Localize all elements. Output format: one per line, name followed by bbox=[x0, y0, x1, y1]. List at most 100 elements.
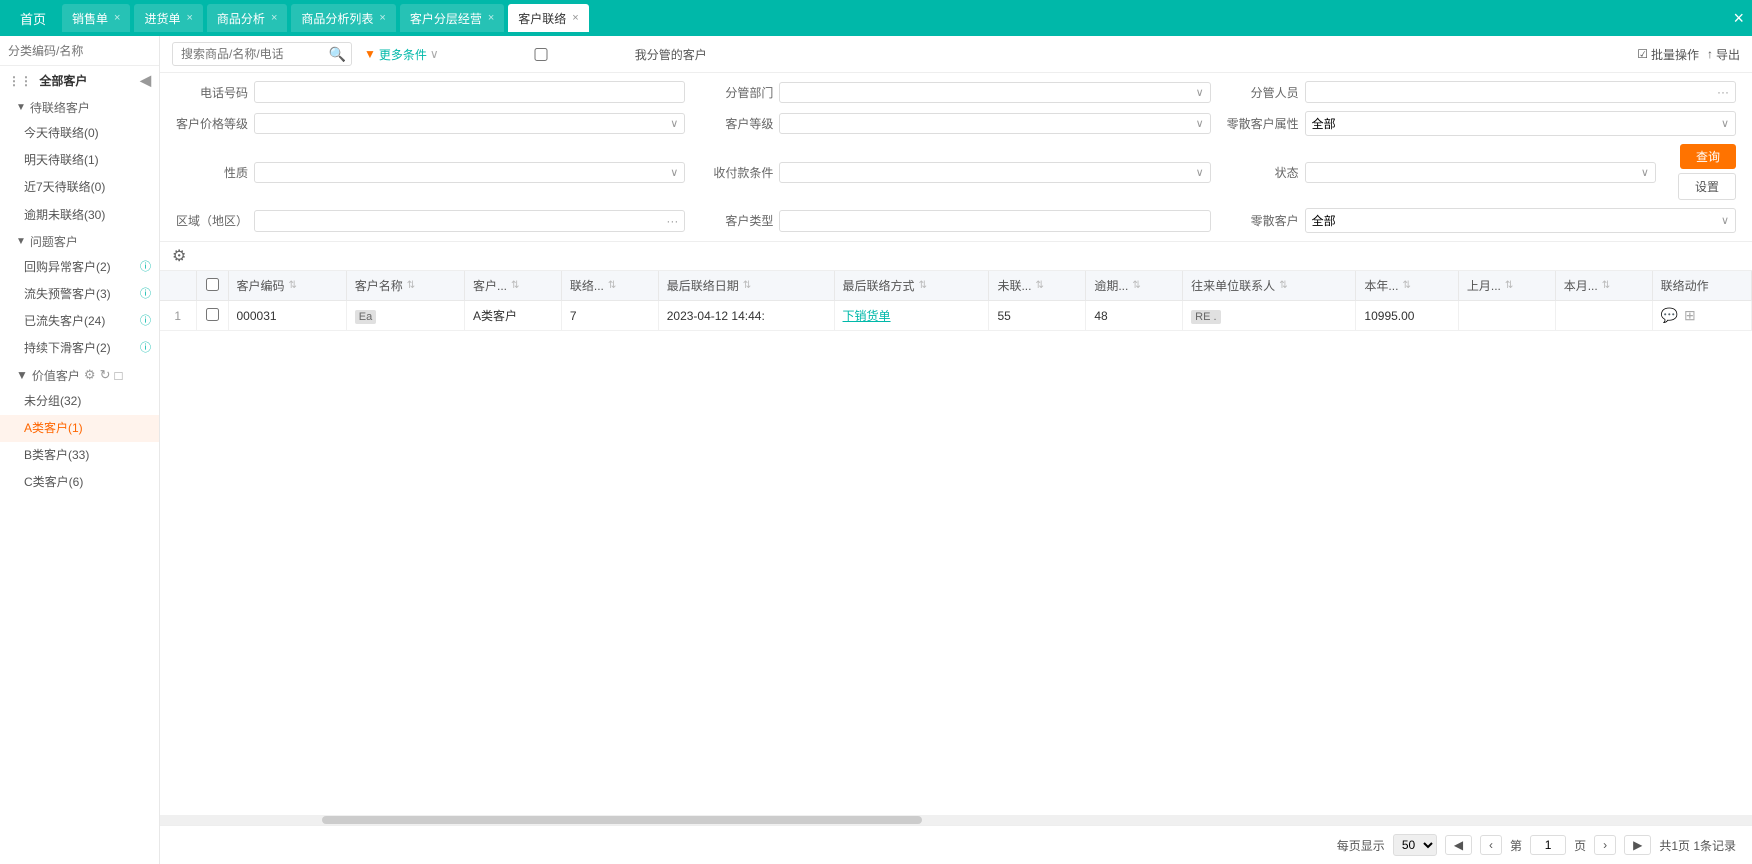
filter-select-dept[interactable]: ∨ bbox=[779, 82, 1210, 103]
collapse-icon[interactable]: ◀ bbox=[140, 72, 151, 89]
nav-tab-close-0[interactable]: × bbox=[114, 12, 120, 24]
message-icon[interactable]: 💬 bbox=[1661, 307, 1678, 324]
sidebar-item-declining[interactable]: 持续下滑客户(2) ⓘ bbox=[0, 335, 159, 362]
person-dots-icon[interactable]: ··· bbox=[1717, 85, 1729, 99]
sidebar-item-a-class[interactable]: A类客户(1) bbox=[0, 415, 159, 442]
nav-tab-5[interactable]: 客户联络 × bbox=[508, 4, 588, 32]
more-conditions-btn[interactable]: ▼ 更多条件 ∨ bbox=[364, 46, 439, 63]
th-action: 联络动作 bbox=[1652, 271, 1751, 301]
filter-select-price-level[interactable]: ∨ bbox=[254, 113, 685, 134]
th-this-month-amount[interactable]: 本月... ⇅ bbox=[1555, 271, 1652, 301]
customer-type-input[interactable] bbox=[786, 214, 1203, 228]
th-last-month-amount[interactable]: 上月... ⇅ bbox=[1458, 271, 1555, 301]
sort-icon-overdue[interactable]: ⇅ bbox=[1132, 280, 1140, 291]
phone-input[interactable] bbox=[261, 85, 678, 99]
sidebar-item-repurchase-abnormal[interactable]: 回购异常客户(2) ⓘ bbox=[0, 254, 159, 281]
sort-icon-date[interactable]: ⇅ bbox=[743, 280, 751, 291]
sort-icon-unit[interactable]: ⇅ bbox=[1279, 280, 1287, 291]
sort-icon-not-contact[interactable]: ⇅ bbox=[1035, 280, 1043, 291]
sort-icon-code[interactable]: ⇅ bbox=[289, 280, 297, 291]
main-search-icon[interactable]: 🔍 bbox=[329, 46, 346, 63]
region-dots-icon[interactable]: ··· bbox=[666, 214, 678, 228]
qr-icon[interactable]: ⊞ bbox=[1684, 307, 1696, 324]
sort-icon-last-month[interactable]: ⇅ bbox=[1505, 280, 1513, 291]
nav-home[interactable]: 首页 bbox=[8, 9, 58, 28]
th-code[interactable]: 客户编码 ⇅ bbox=[228, 271, 346, 301]
th-year-amount[interactable]: 本年... ⇅ bbox=[1356, 271, 1458, 301]
th-last-contact-date[interactable]: 最后联络日期 ⇅ bbox=[658, 271, 834, 301]
nav-tab-close-2[interactable]: × bbox=[271, 12, 277, 24]
sort-icon-method[interactable]: ⇅ bbox=[919, 280, 927, 291]
group-value-customers[interactable]: ▼ 价值客户 ⚙ ↻ □ bbox=[0, 363, 159, 388]
add-group-icon[interactable]: □ bbox=[114, 368, 122, 383]
sidebar-item-tomorrow[interactable]: 明天待联络(1) bbox=[0, 147, 159, 174]
filter-select-nature[interactable]: ∨ bbox=[254, 162, 685, 183]
prev-page-btn[interactable]: ‹ bbox=[1480, 835, 1502, 855]
query-button[interactable]: 查询 bbox=[1680, 144, 1736, 169]
sidebar-item-overdue-contact[interactable]: 逾期未联络(30) bbox=[0, 202, 159, 229]
th-contact-count[interactable]: 联络... ⇅ bbox=[561, 271, 658, 301]
sidebar-item-churned[interactable]: 已流失客户(24) ⓘ bbox=[0, 308, 159, 335]
filter-input-person[interactable]: ··· bbox=[1305, 81, 1736, 103]
window-close-icon[interactable]: × bbox=[1733, 8, 1744, 29]
nav-tab-4[interactable]: 客户分层经营 × bbox=[400, 4, 504, 32]
th-not-contact-days[interactable]: 未联... ⇅ bbox=[989, 271, 1086, 301]
batch-op-btn[interactable]: ☑ 批量操作 bbox=[1637, 46, 1699, 63]
group-pending-contact[interactable]: ▼ 待联络客户 bbox=[0, 95, 159, 120]
refresh-icon[interactable]: ↻ bbox=[100, 367, 111, 383]
page-number-input[interactable] bbox=[1530, 835, 1566, 855]
filter-select-status[interactable]: ∨ bbox=[1305, 162, 1656, 183]
sort-icon-this-month[interactable]: ⇅ bbox=[1602, 280, 1610, 291]
nav-tab-1[interactable]: 进货单 × bbox=[134, 4, 202, 32]
filter-select-customer-level[interactable]: ∨ bbox=[779, 113, 1210, 134]
sidebar-item-b-class[interactable]: B类客户(33) bbox=[0, 442, 159, 469]
all-customers-header[interactable]: ⋮⋮ 全部客户 ◀ bbox=[0, 66, 159, 95]
sidebar-item-churn-warning[interactable]: 流失预警客户(3) ⓘ bbox=[0, 281, 159, 308]
my-customers-checkbox[interactable] bbox=[451, 48, 631, 61]
sidebar-item-today[interactable]: 今天待联络(0) bbox=[0, 120, 159, 147]
main-search-input[interactable] bbox=[172, 42, 352, 66]
sidebar-search-input[interactable] bbox=[8, 44, 160, 58]
sort-icon-year[interactable]: ⇅ bbox=[1402, 280, 1410, 291]
filter-label-retail: 零散客户 bbox=[1227, 212, 1299, 229]
horizontal-scrollbar[interactable] bbox=[160, 815, 1752, 825]
next-page-btn[interactable]: › bbox=[1594, 835, 1616, 855]
nav-tab-3[interactable]: 商品分析列表 × bbox=[291, 4, 395, 32]
sort-icon-class[interactable]: ⇅ bbox=[511, 280, 519, 291]
filter-select-retail-attr[interactable]: 全部 ∨ bbox=[1305, 111, 1736, 136]
export-btn[interactable]: ↑ 导出 bbox=[1707, 46, 1740, 63]
filter-input-region[interactable]: ··· bbox=[254, 210, 685, 232]
th-overdue-days[interactable]: 逾期... ⇅ bbox=[1086, 271, 1183, 301]
last-method-link[interactable]: 下销货单 bbox=[843, 309, 891, 323]
filter-select-payment[interactable]: ∨ bbox=[779, 162, 1210, 183]
sort-icon-name[interactable]: ⇅ bbox=[407, 280, 415, 291]
last-page-btn[interactable]: ▶ bbox=[1624, 835, 1651, 855]
group-problem-customers[interactable]: ▼ 问题客户 bbox=[0, 229, 159, 254]
gear-icon[interactable]: ⚙ bbox=[84, 367, 96, 383]
settings-icon[interactable]: ⚙ bbox=[172, 246, 186, 266]
page-size-select[interactable]: 50 bbox=[1393, 834, 1437, 856]
th-customer-class[interactable]: 客户... ⇅ bbox=[465, 271, 562, 301]
setting-button[interactable]: 设置 bbox=[1678, 173, 1736, 200]
cell-last-method[interactable]: 下销货单 bbox=[834, 301, 989, 331]
nav-tab-close-5[interactable]: × bbox=[572, 12, 578, 24]
main-table-container[interactable]: 客户编码 ⇅ 客户名称 ⇅ 客户... bbox=[160, 271, 1752, 815]
select-all-checkbox[interactable] bbox=[206, 278, 219, 291]
nav-tab-2[interactable]: 商品分析 × bbox=[207, 4, 287, 32]
scroll-thumb[interactable] bbox=[322, 816, 922, 824]
nav-tab-close-3[interactable]: × bbox=[379, 12, 385, 24]
th-unit-contact[interactable]: 往来单位联系人 ⇅ bbox=[1183, 271, 1356, 301]
sidebar-item-unclassified[interactable]: 未分组(32) bbox=[0, 388, 159, 415]
row-checkbox[interactable] bbox=[206, 308, 219, 321]
sort-icon-contact[interactable]: ⇅ bbox=[608, 280, 616, 291]
nav-tab-close-1[interactable]: × bbox=[186, 12, 192, 24]
filter-select-retail[interactable]: 全部 ∨ bbox=[1305, 208, 1736, 233]
first-page-btn[interactable]: ◀ bbox=[1445, 835, 1472, 855]
th-name[interactable]: 客户名称 ⇅ bbox=[346, 271, 464, 301]
nav-tab-close-4[interactable]: × bbox=[488, 12, 494, 24]
nav-tab-0[interactable]: 销售单 × bbox=[62, 4, 130, 32]
sidebar-item-7days[interactable]: 近7天待联络(0) bbox=[0, 174, 159, 201]
th-last-contact-method[interactable]: 最后联络方式 ⇅ bbox=[834, 271, 989, 301]
my-customers-filter[interactable]: 我分管的客户 bbox=[451, 46, 707, 63]
sidebar-item-c-class[interactable]: C类客户(6) bbox=[0, 469, 159, 496]
